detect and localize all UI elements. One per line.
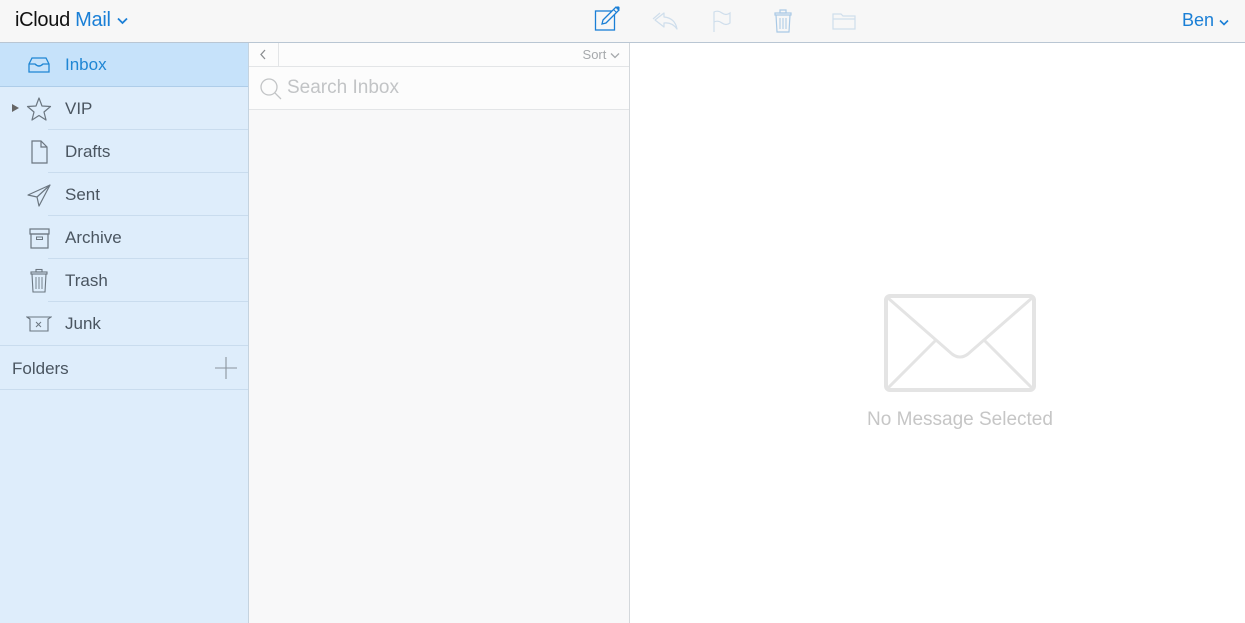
sidebar-item-archive[interactable]: Archive: [0, 216, 248, 259]
collapse-sidebar-button[interactable]: [249, 43, 279, 66]
delete-button[interactable]: [768, 8, 798, 34]
document-icon: [31, 140, 48, 164]
top-toolbar: iCloud Mail Ben: [0, 0, 1245, 43]
chevron-left-icon: [260, 49, 266, 60]
envelope-icon: [884, 294, 1036, 392]
sidebar-item-label: Inbox: [65, 55, 107, 74]
disclosure-triangle-icon[interactable]: [12, 104, 19, 112]
sidebar-item-label: Trash: [65, 271, 108, 290]
sort-label: Sort: [582, 47, 607, 62]
list-toolbar: Sort: [249, 43, 629, 67]
trash-icon: [774, 9, 792, 33]
folders-section-header: Folders: [0, 346, 248, 390]
message-viewer: No Message Selected: [630, 43, 1245, 623]
folders-label: Folders: [12, 359, 69, 378]
reply-icon: [652, 12, 678, 30]
sidebar-item-label: VIP: [65, 99, 93, 118]
sort-button[interactable]: Sort: [583, 47, 620, 62]
search-icon: [260, 78, 282, 100]
search-input[interactable]: [287, 75, 617, 101]
sidebar-item-inbox[interactable]: Inbox: [0, 43, 248, 87]
chevron-down-icon: [117, 17, 128, 24]
sidebar-item-sent[interactable]: Sent: [0, 173, 248, 216]
trash-icon: [30, 268, 48, 293]
add-folder-icon[interactable]: [214, 356, 238, 380]
brand-prefix: iCloud: [15, 9, 70, 31]
reply-button[interactable]: [652, 8, 682, 34]
search-bar: [249, 67, 629, 110]
sidebar-item-drafts[interactable]: Drafts: [0, 130, 248, 173]
empty-state-text: No Message Selected: [867, 409, 1053, 430]
chevron-down-icon: [610, 53, 620, 59]
junk-icon: [26, 316, 52, 332]
sidebar-item-trash[interactable]: Trash: [0, 259, 248, 302]
compose-button[interactable]: [593, 5, 621, 33]
paper-plane-icon: [27, 184, 51, 207]
sidebar-item-label: Sent: [65, 185, 100, 204]
sidebar-item-vip[interactable]: VIP: [0, 87, 248, 130]
move-to-folder-button[interactable]: [830, 8, 860, 34]
user-menu[interactable]: Ben: [1182, 10, 1229, 31]
chevron-down-icon: [1219, 19, 1229, 26]
folder-icon: [832, 13, 856, 30]
brand-app-name: Mail: [75, 9, 111, 31]
archive-box-icon: [29, 228, 50, 249]
sidebar-item-label: Junk: [65, 314, 101, 333]
flag-button[interactable]: [708, 8, 738, 34]
user-name: Ben: [1181, 10, 1214, 30]
sidebar-item-label: Drafts: [65, 142, 111, 161]
app-switcher[interactable]: iCloud Mail: [15, 9, 128, 32]
flag-icon: [713, 10, 731, 32]
mailbox-sidebar: Inbox VIP Drafts Sent Archive Trash Junk…: [0, 43, 249, 623]
star-icon: [26, 97, 52, 121]
compose-icon: [594, 6, 620, 31]
sidebar-item-label: Archive: [65, 228, 122, 247]
inbox-icon: [28, 57, 50, 73]
message-list-pane: Sort: [249, 43, 630, 623]
sidebar-item-junk[interactable]: Junk: [0, 302, 248, 346]
